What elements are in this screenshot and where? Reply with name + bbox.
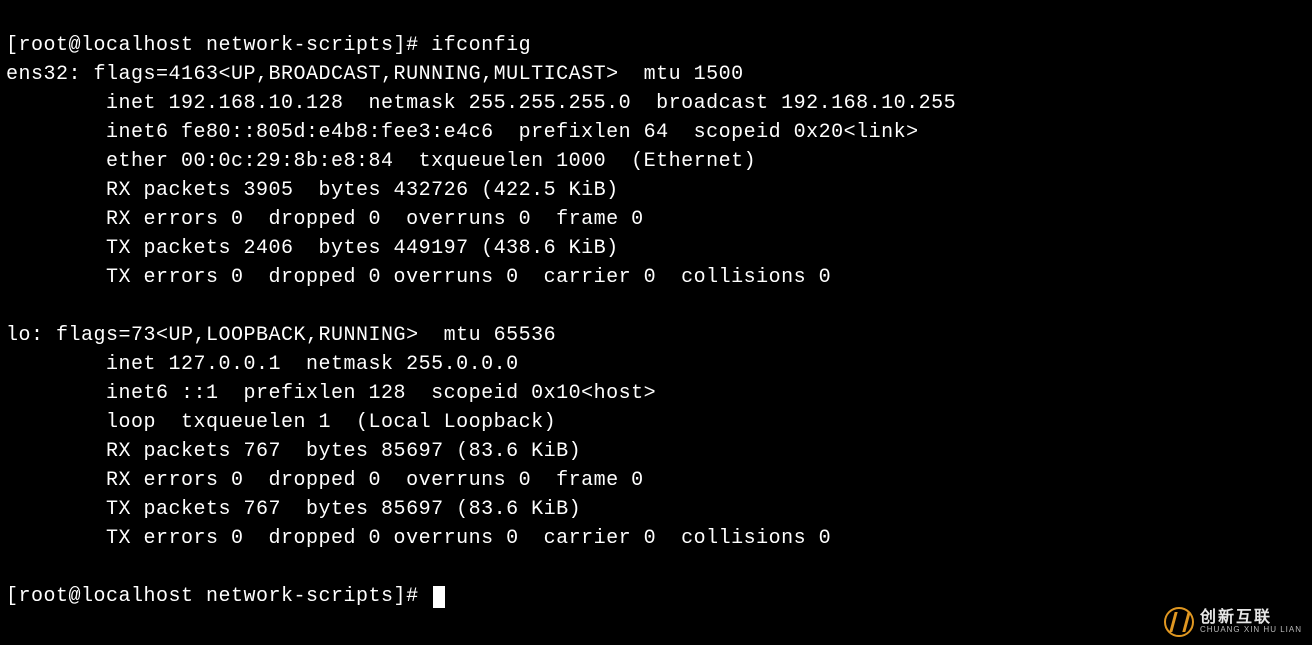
ifconfig-ens32-tx-packets: TX packets 2406 bytes 449197 (438.6 KiB) bbox=[6, 237, 619, 260]
blank-line bbox=[6, 295, 19, 318]
ifconfig-ens32-tx-errors: TX errors 0 dropped 0 overruns 0 carrier… bbox=[6, 266, 831, 289]
prompt-line-2: [root@localhost network-scripts]# bbox=[6, 585, 445, 608]
ifconfig-lo-loop: loop txqueuelen 1 (Local Loopback) bbox=[6, 411, 556, 434]
ifconfig-lo-tx-errors: TX errors 0 dropped 0 overruns 0 carrier… bbox=[6, 527, 831, 550]
watermark-logo-icon bbox=[1164, 607, 1194, 637]
ifconfig-ens32-rx-packets: RX packets 3905 bytes 432726 (422.5 KiB) bbox=[6, 179, 619, 202]
ifconfig-ens32-inet: inet 192.168.10.128 netmask 255.255.255.… bbox=[6, 92, 956, 115]
ifconfig-lo-inet6: inet6 ::1 prefixlen 128 scopeid 0x10<hos… bbox=[6, 382, 656, 405]
ifconfig-lo-rx-errors: RX errors 0 dropped 0 overruns 0 frame 0 bbox=[6, 469, 644, 492]
watermark-text: 创新互联 CHUANG XIN HU LIAN bbox=[1200, 610, 1302, 634]
terminal[interactable]: [root@localhost network-scripts]# ifconf… bbox=[0, 0, 1312, 613]
cursor-icon bbox=[433, 586, 445, 608]
ifconfig-lo-flags: lo: flags=73<UP,LOOPBACK,RUNNING> mtu 65… bbox=[6, 324, 556, 347]
ifconfig-ens32-inet6: inet6 fe80::805d:e4b8:fee3:e4c6 prefixle… bbox=[6, 121, 919, 144]
prompt-line-1: [root@localhost network-scripts]# ifconf… bbox=[6, 34, 531, 57]
ifconfig-ens32-flags: ens32: flags=4163<UP,BROADCAST,RUNNING,M… bbox=[6, 63, 744, 86]
ifconfig-ens32-ether: ether 00:0c:29:8b:e8:84 txqueuelen 1000 … bbox=[6, 150, 756, 173]
watermark-en: CHUANG XIN HU LIAN bbox=[1200, 626, 1302, 634]
watermark-cn: 创新互联 bbox=[1200, 610, 1302, 626]
ifconfig-ens32-rx-errors: RX errors 0 dropped 0 overruns 0 frame 0 bbox=[6, 208, 644, 231]
command: ifconfig bbox=[431, 34, 531, 57]
watermark: 创新互联 CHUANG XIN HU LIAN bbox=[1164, 607, 1302, 637]
ifconfig-lo-tx-packets: TX packets 767 bytes 85697 (83.6 KiB) bbox=[6, 498, 581, 521]
shell-prompt: [root@localhost network-scripts]# bbox=[6, 34, 431, 57]
ifconfig-lo-inet: inet 127.0.0.1 netmask 255.0.0.0 bbox=[6, 353, 519, 376]
shell-prompt: [root@localhost network-scripts]# bbox=[6, 585, 431, 608]
ifconfig-lo-rx-packets: RX packets 767 bytes 85697 (83.6 KiB) bbox=[6, 440, 581, 463]
blank-line bbox=[6, 556, 19, 579]
